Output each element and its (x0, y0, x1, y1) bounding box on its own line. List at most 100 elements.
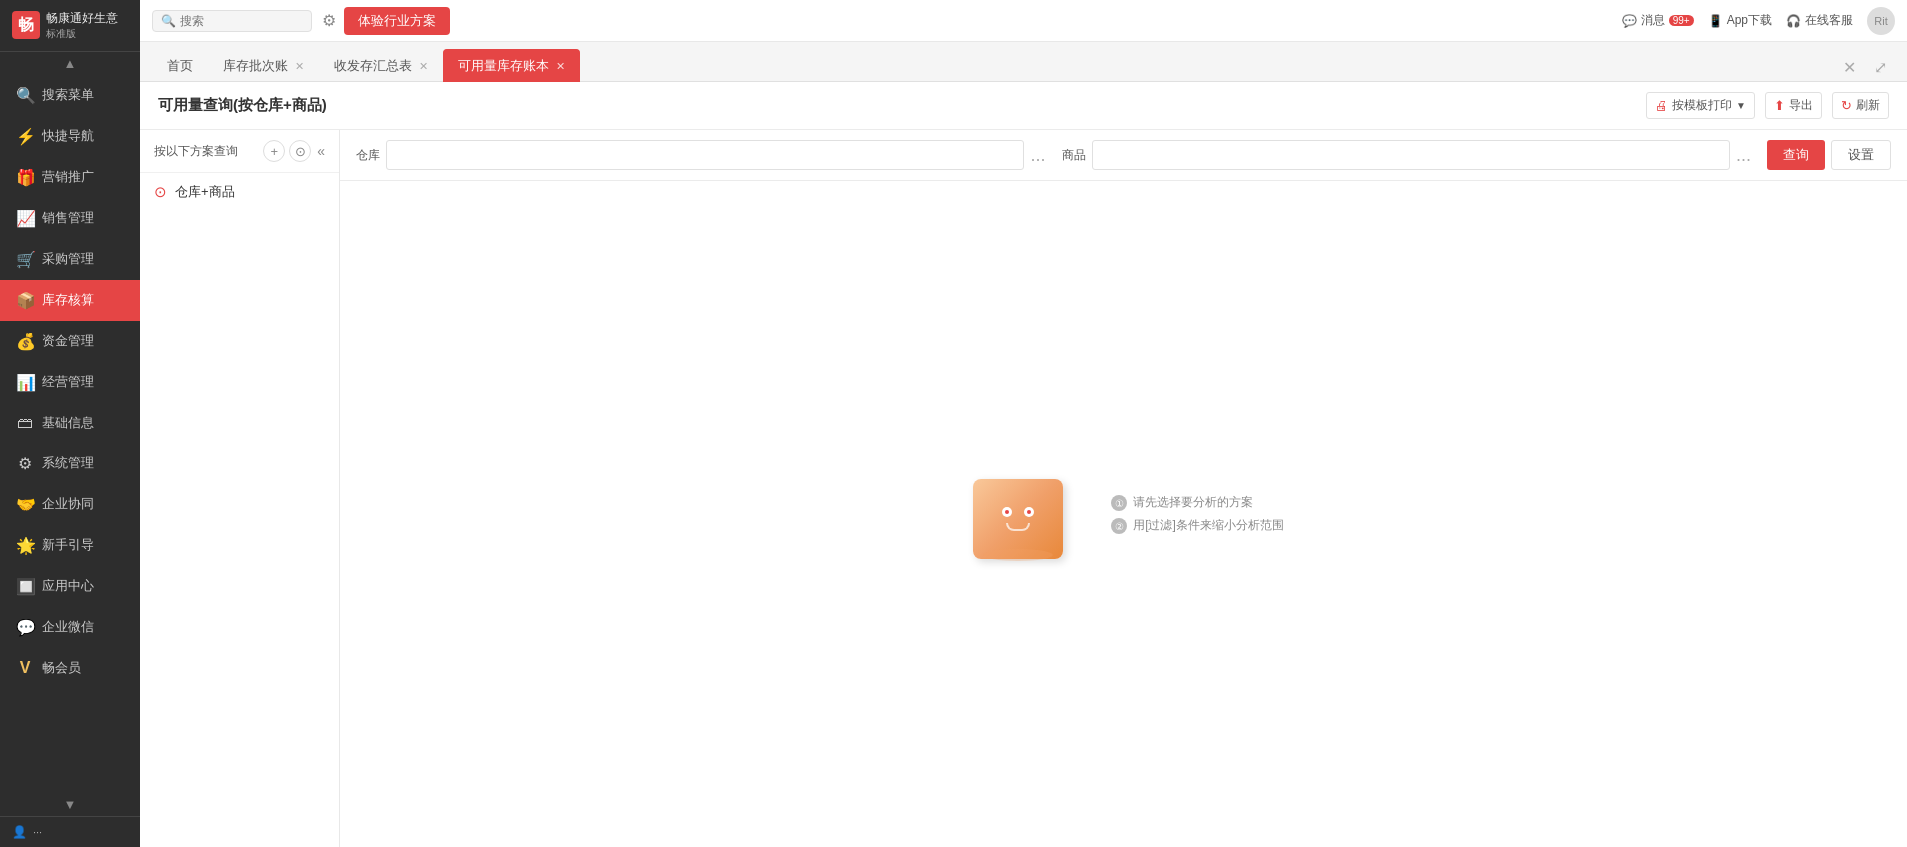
tab-close-all-btn[interactable]: ✕ (1833, 54, 1866, 81)
sidebar-item-operations[interactable]: 📊 经营管理 (0, 362, 140, 403)
empty-tip-1: ① 请先选择要分析的方案 (1111, 494, 1284, 511)
export-icon: ⬆ (1774, 98, 1785, 113)
export-btn[interactable]: ⬆ 导出 (1765, 92, 1822, 119)
robot-mouth (1006, 523, 1030, 531)
filter-add-btn[interactable]: + (263, 140, 285, 162)
filter-settings-btn[interactable]: ⊙ (289, 140, 311, 162)
sidebar-item-vip[interactable]: V 畅会员 (0, 648, 140, 688)
search-menu-icon: 🔍 (16, 86, 34, 105)
page-title: 可用量查询(按仓库+商品) (158, 96, 327, 115)
warehouse-field: 仓库 ... (356, 140, 1046, 170)
refresh-icon: ↻ (1841, 98, 1852, 113)
page-header: 可用量查询(按仓库+商品) 🖨 按模板打印 ▼ ⬆ 导出 ↻ 刷新 (140, 82, 1907, 130)
online-service-group[interactable]: 🎧 在线客服 (1786, 12, 1853, 29)
empty-tips: ① 请先选择要分析的方案 ② 用[过滤]条件来缩小分析范围 (1111, 494, 1284, 534)
tab-batch-close[interactable]: ✕ (295, 60, 304, 73)
sidebar-item-shortcut[interactable]: ⚡ 快捷导航 (0, 116, 140, 157)
tab-controls: ✕ ⤢ (1833, 54, 1895, 81)
inventory-icon: 📦 (16, 291, 34, 310)
tab-summary[interactable]: 收发存汇总表 ✕ (319, 49, 443, 82)
marketing-icon: 🎁 (16, 168, 34, 187)
sales-icon: 📈 (16, 209, 34, 228)
goods-label: 商品 (1062, 147, 1086, 164)
refresh-btn[interactable]: ↻ 刷新 (1832, 92, 1889, 119)
robot-shadow (983, 549, 1053, 561)
topbar-search-box[interactable]: 🔍 (152, 10, 312, 32)
sidebar-item-newbie[interactable]: 🌟 新手引导 (0, 525, 140, 566)
tab-summary-close[interactable]: ✕ (419, 60, 428, 73)
tab-home[interactable]: 首页 (152, 49, 208, 82)
logo-text: 畅康通好生意 标准版 (46, 10, 118, 41)
sidebar-scroll: 🔍 搜索菜单 ⚡ 快捷导航 🎁 营销推广 📈 销售管理 🛒 采购管理 📦 库存核… (0, 75, 140, 793)
filter-panel: 按以下方案查询 + ⊙ « ⊙ 仓库+商品 (140, 130, 340, 847)
basic-icon: 🗃 (16, 414, 34, 432)
logo-icon: 畅 (12, 11, 40, 39)
message-icon: 💬 (1622, 14, 1637, 28)
sidebar-item-purchase[interactable]: 🛒 采购管理 (0, 239, 140, 280)
headset-icon: 🎧 (1786, 14, 1801, 28)
sidebar-item-enterprise[interactable]: 🤝 企业协同 (0, 484, 140, 525)
wechat-icon: 💬 (16, 618, 34, 637)
sidebar-logo: 畅 畅康通好生意 标准版 (0, 0, 140, 52)
sidebar-item-basic[interactable]: 🗃 基础信息 (0, 403, 140, 443)
empty-row: ① 请先选择要分析的方案 ② 用[过滤]条件来缩小分析范围 (963, 459, 1284, 569)
tip-num-2: ② (1111, 518, 1127, 534)
goods-field: 商品 ... (1062, 140, 1752, 170)
goods-input[interactable] (1092, 140, 1730, 170)
empty-icon-area (963, 459, 1083, 569)
right-area: 仓库 ... 商品 ... 查询 设置 (340, 130, 1907, 847)
scroll-up-btn[interactable]: ▲ (0, 52, 140, 75)
system-icon: ⚙ (16, 454, 34, 473)
print-icon: 🖨 (1655, 98, 1668, 113)
warehouse-label: 仓库 (356, 147, 380, 164)
sidebar-bottom: 👤 ··· (0, 816, 140, 847)
enterprise-icon: 🤝 (16, 495, 34, 514)
sidebar-item-finance[interactable]: 💰 资金管理 (0, 321, 140, 362)
apps-icon: 🔲 (16, 577, 34, 596)
warehouse-input[interactable] (386, 140, 1024, 170)
tab-available-close[interactable]: ✕ (556, 60, 565, 73)
newbie-icon: 🌟 (16, 536, 34, 555)
main-content: ① 请先选择要分析的方案 ② 用[过滤]条件来缩小分析范围 (340, 181, 1907, 847)
sidebar-item-apps[interactable]: 🔲 应用中心 (0, 566, 140, 607)
tab-available[interactable]: 可用量库存账本 ✕ (443, 49, 580, 82)
sidebar-item-marketing[interactable]: 🎁 营销推广 (0, 157, 140, 198)
purchase-icon: 🛒 (16, 250, 34, 269)
robot-eyes (1002, 507, 1034, 517)
tabbar: 首页 库存批次账 ✕ 收发存汇总表 ✕ 可用量库存账本 ✕ ✕ ⤢ (140, 42, 1907, 82)
filter-header: 按以下方案查询 + ⊙ « (140, 130, 339, 173)
scroll-down-btn[interactable]: ▼ (0, 793, 140, 816)
warehouse-more-btn[interactable]: ... (1030, 145, 1045, 166)
trial-btn[interactable]: 体验行业方案 (344, 7, 450, 35)
bottom-label: ··· (33, 826, 42, 838)
bottom-icon: 👤 (12, 825, 27, 839)
sidebar-item-search[interactable]: 🔍 搜索菜单 (0, 75, 140, 116)
query-btn[interactable]: 查询 (1767, 140, 1825, 170)
sidebar-item-wechat[interactable]: 💬 企业微信 (0, 607, 140, 648)
filter-collapse-btn[interactable]: « (317, 143, 325, 159)
tab-expand-btn[interactable]: ⤢ (1866, 54, 1895, 81)
empty-tip-2: ② 用[过滤]条件来缩小分析范围 (1111, 517, 1284, 534)
filter-item-warehouse-goods[interactable]: ⊙ 仓库+商品 (140, 173, 339, 209)
avatar[interactable]: Rit (1867, 7, 1895, 35)
messages-group[interactable]: 💬 消息 99+ (1622, 12, 1694, 29)
vip-icon: V (16, 659, 34, 677)
shortcut-icon: ⚡ (16, 127, 34, 146)
content-area: 按以下方案查询 + ⊙ « ⊙ 仓库+商品 仓库 ... (140, 130, 1907, 847)
sidebar: 畅 畅康通好生意 标准版 ▲ 🔍 搜索菜单 ⚡ 快捷导航 🎁 营销推广 📈 销售… (0, 0, 140, 847)
message-badge: 99+ (1669, 15, 1694, 26)
print-btn[interactable]: 🖨 按模板打印 ▼ (1646, 92, 1755, 119)
empty-state: ① 请先选择要分析的方案 ② 用[过滤]条件来缩小分析范围 (963, 459, 1284, 569)
robot-eye-right (1024, 507, 1034, 517)
goods-more-btn[interactable]: ... (1736, 145, 1751, 166)
app-download-group[interactable]: 📱 App下载 (1708, 12, 1772, 29)
gear-icon[interactable]: ⚙ (322, 11, 336, 30)
print-dropdown-icon: ▼ (1736, 100, 1746, 111)
topbar-right: 💬 消息 99+ 📱 App下载 🎧 在线客服 Rit (1622, 7, 1895, 35)
sidebar-item-inventory[interactable]: 📦 库存核算 (0, 280, 140, 321)
tab-batch[interactable]: 库存批次账 ✕ (208, 49, 319, 82)
sidebar-item-sales[interactable]: 📈 销售管理 (0, 198, 140, 239)
sidebar-item-system[interactable]: ⚙ 系统管理 (0, 443, 140, 484)
search-input[interactable] (180, 14, 303, 28)
settings-btn[interactable]: 设置 (1831, 140, 1891, 170)
